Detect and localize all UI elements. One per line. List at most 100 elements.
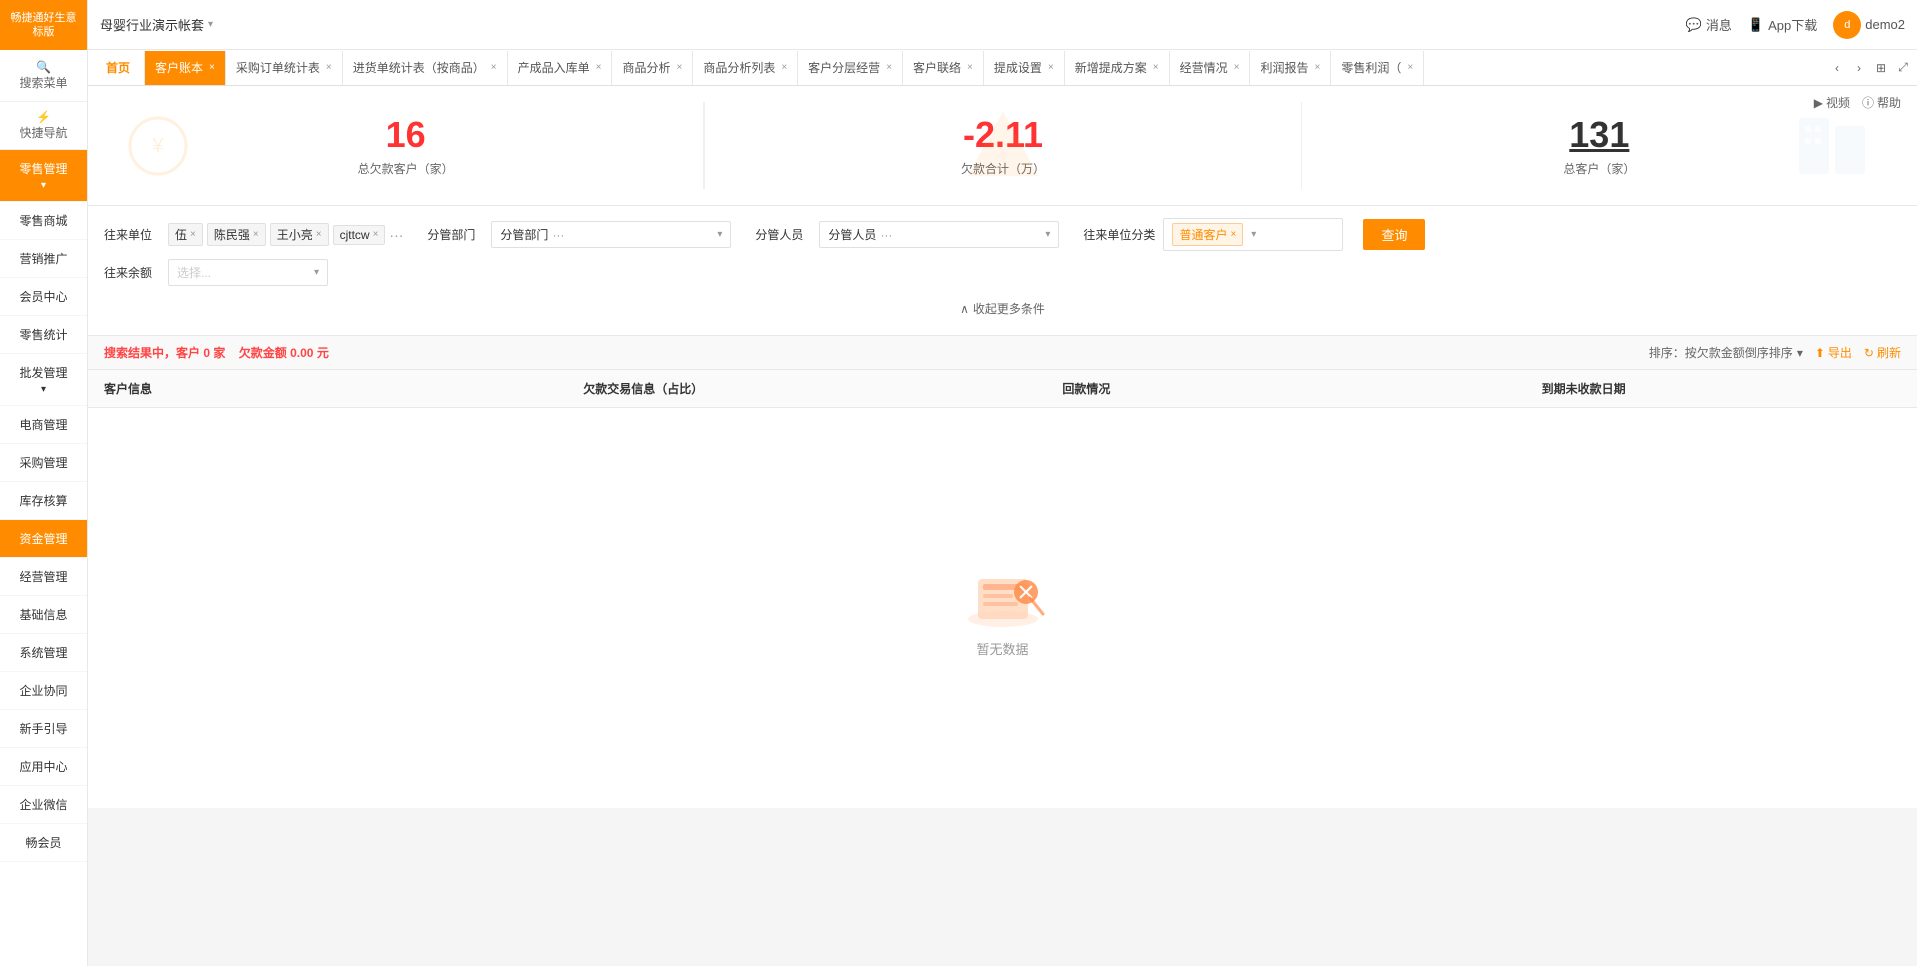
tab-raise-settings[interactable]: 提成设置 × (984, 51, 1065, 85)
filter-row-2: 往来余额 选择... ▾ (104, 259, 1901, 286)
tab-customer-tier[interactable]: 客户分层经营 × (798, 51, 903, 85)
empty-state-icon (953, 559, 1053, 639)
tab-retail-profit[interactable]: 零售利润（ × (1331, 51, 1424, 85)
sidebar-item-vip-member[interactable]: 畅会员 (0, 824, 87, 862)
filter-balance-select[interactable]: 选择... ▾ (168, 259, 328, 286)
tab-home[interactable]: 首页 (92, 51, 145, 85)
sidebar-item-retail-mall[interactable]: 零售商城 (0, 202, 87, 240)
sidebar-item-member-center[interactable]: 会员中心 (0, 278, 87, 316)
sidebar-item-operations[interactable]: 经营管理 (0, 558, 87, 596)
sidebar-item-retail-mgmt[interactable]: 零售管理 ▾ (0, 150, 87, 202)
workspace-selector[interactable]: 母婴行业演示帐套 ▾ (100, 15, 213, 34)
tab-label: 商品分析 (622, 59, 670, 76)
tab-close-icon[interactable]: × (676, 62, 682, 73)
filter-dept-dots: ··· (552, 228, 564, 242)
filter-tag-label: 王小亮 (277, 226, 313, 243)
main-content: 母婴行业演示帐套 ▾ 💬 消息 📱 App下载 d demo2 首页 客户账本 … (88, 0, 1917, 966)
remove-tag-2-button[interactable]: × (253, 229, 259, 240)
filter-unit-label: 往来单位 (104, 226, 160, 243)
sidebar-item-basic-info[interactable]: 基础信息 (0, 596, 87, 634)
tab-account-book[interactable]: 客户账本 × (145, 51, 226, 85)
tab-close-icon[interactable]: × (326, 62, 332, 73)
sidebar-item-retail-stats[interactable]: 零售统计 (0, 316, 87, 354)
remove-tag-1-button[interactable]: × (190, 229, 196, 240)
tab-business-situation[interactable]: 经营情况 × (1170, 51, 1251, 85)
refresh-label: 刷新 (1877, 344, 1901, 361)
remove-tag-4-button[interactable]: × (373, 229, 379, 240)
chevron-down-icon: ▾ (717, 229, 722, 240)
filter-dept-select[interactable]: 分管部门 ··· ▾ (491, 221, 731, 248)
stat-icon-customers (1797, 116, 1867, 176)
sidebar-item-app-center[interactable]: 应用中心 (0, 748, 87, 786)
tab-label: 采购订单统计表 (236, 59, 320, 76)
no-data-icon (958, 564, 1048, 634)
sidebar-logo: 畅捷通好生意 标版 (0, 0, 87, 50)
sidebar-quick-nav[interactable]: ⚡ 快捷导航 (0, 102, 87, 150)
refresh-icon: ↻ (1864, 346, 1874, 360)
tab-close-icon[interactable]: × (1153, 62, 1159, 73)
filter-tag-unit-1: 伍 × (168, 223, 203, 246)
sidebar-item-enterprise-wechat[interactable]: 企业微信 (0, 786, 87, 824)
export-button[interactable]: ⬆ 导出 (1815, 344, 1852, 361)
tab-new-raise-plan[interactable]: 新增提成方案 × (1065, 51, 1170, 85)
sidebar-item-enterprise-coop[interactable]: 企业协同 (0, 672, 87, 710)
tab-close-icon[interactable]: × (967, 62, 973, 73)
tab-goods-analysis[interactable]: 商品分析 × (612, 51, 693, 85)
stat-debtors-value: 16 (128, 114, 683, 156)
sidebar-item-capital-mgmt[interactable]: 资金管理 (0, 520, 87, 558)
results-customer-count: 0 (203, 346, 210, 360)
filter-balance-placeholder: 选择... (177, 264, 211, 281)
empty-text: 暂无数据 (976, 639, 1028, 658)
chevron-down-icon: ▾ (1251, 229, 1256, 240)
tab-close-icon[interactable]: × (886, 62, 892, 73)
sidebar-item-system-mgmt[interactable]: 系统管理 (0, 634, 87, 672)
filter-unit-tags: 伍 × 陈民强 × 王小亮 × cjttcw × ··· (168, 223, 403, 246)
table-col-debt-info: 欠款交易信息（占比） (583, 380, 1062, 397)
sidebar-item-marketing[interactable]: 营销推广 (0, 240, 87, 278)
tab-product-in[interactable]: 产成品入库单 × (508, 51, 613, 85)
filter-tag-label: 伍 (175, 226, 187, 243)
query-button[interactable]: 查询 (1363, 219, 1425, 250)
tab-close-icon[interactable]: × (596, 62, 602, 73)
tab-stock-stats[interactable]: 进货单统计表（按商品） × (343, 51, 508, 85)
tab-close-icon[interactable]: × (1407, 62, 1413, 73)
tab-customer-contact[interactable]: 客户联络 × (903, 51, 984, 85)
refresh-button[interactable]: ↻ 刷新 (1864, 344, 1901, 361)
tab-profit-report[interactable]: 利润报告 × (1250, 51, 1331, 85)
tab-close-icon[interactable]: × (1314, 62, 1320, 73)
results-amount-prefix: 欠款金额 (239, 346, 287, 360)
tab-close-icon[interactable]: × (1048, 62, 1054, 73)
filter-more-tags-button[interactable]: ··· (389, 227, 403, 243)
tab-expand-button[interactable]: ⊞ (1871, 58, 1891, 78)
tab-next-button[interactable]: › (1849, 58, 1869, 78)
filter-collapse-button[interactable]: ∧ 收起更多条件 (104, 294, 1901, 323)
filter-person-select[interactable]: 分管人员 ··· ▾ (819, 221, 1059, 248)
tab-close-icon[interactable]: × (491, 62, 497, 73)
remove-tag-3-button[interactable]: × (316, 229, 322, 240)
sidebar-item-purchase-mgmt[interactable]: 采购管理 (0, 444, 87, 482)
tab-goods-analysis-list[interactable]: 商品分析列表 × (693, 51, 798, 85)
app-download-button[interactable]: 📱 App下载 (1748, 15, 1817, 34)
filter-unit-class-select[interactable]: 普通客户 × ▾ (1163, 218, 1343, 251)
sidebar-search[interactable]: 🔍 搜索菜单 (0, 50, 87, 102)
sidebar-item-newbie-guide[interactable]: 新手引导 (0, 710, 87, 748)
workspace-arrow-icon: ▾ (208, 19, 213, 30)
chevron-up-icon: ∧ (960, 302, 969, 316)
table-col-due-date: 到期未收款日期 (1542, 380, 1901, 397)
tab-purchase-order[interactable]: 采购订单统计表 × (226, 51, 343, 85)
tab-close-icon[interactable]: × (209, 62, 215, 73)
results-prefix: 搜索结果中，客户 (104, 346, 200, 360)
sidebar-item-inventory[interactable]: 库存核算 (0, 482, 87, 520)
stat-debtors-label: 总欠款客户（家） (128, 160, 683, 177)
user-profile[interactable]: d demo2 (1833, 11, 1905, 39)
tab-fullscreen-button[interactable]: ⤢ (1893, 58, 1913, 78)
tab-close-icon[interactable]: × (781, 62, 787, 73)
remove-unit-class-tag-button[interactable]: × (1230, 229, 1236, 240)
tab-prev-button[interactable]: ‹ (1827, 58, 1847, 78)
message-button[interactable]: 💬 消息 (1686, 15, 1732, 34)
sidebar-item-batch-mgmt[interactable]: 批发管理 ▾ (0, 354, 87, 406)
sort-select[interactable]: 排序：按欠款金额倒序排序 ▾ (1649, 344, 1803, 361)
sidebar-item-ecommerce[interactable]: 电商管理 (0, 406, 87, 444)
tab-close-icon[interactable]: × (1234, 62, 1240, 73)
results-actions: 排序：按欠款金额倒序排序 ▾ ⬆ 导出 ↻ 刷新 (1649, 344, 1901, 361)
